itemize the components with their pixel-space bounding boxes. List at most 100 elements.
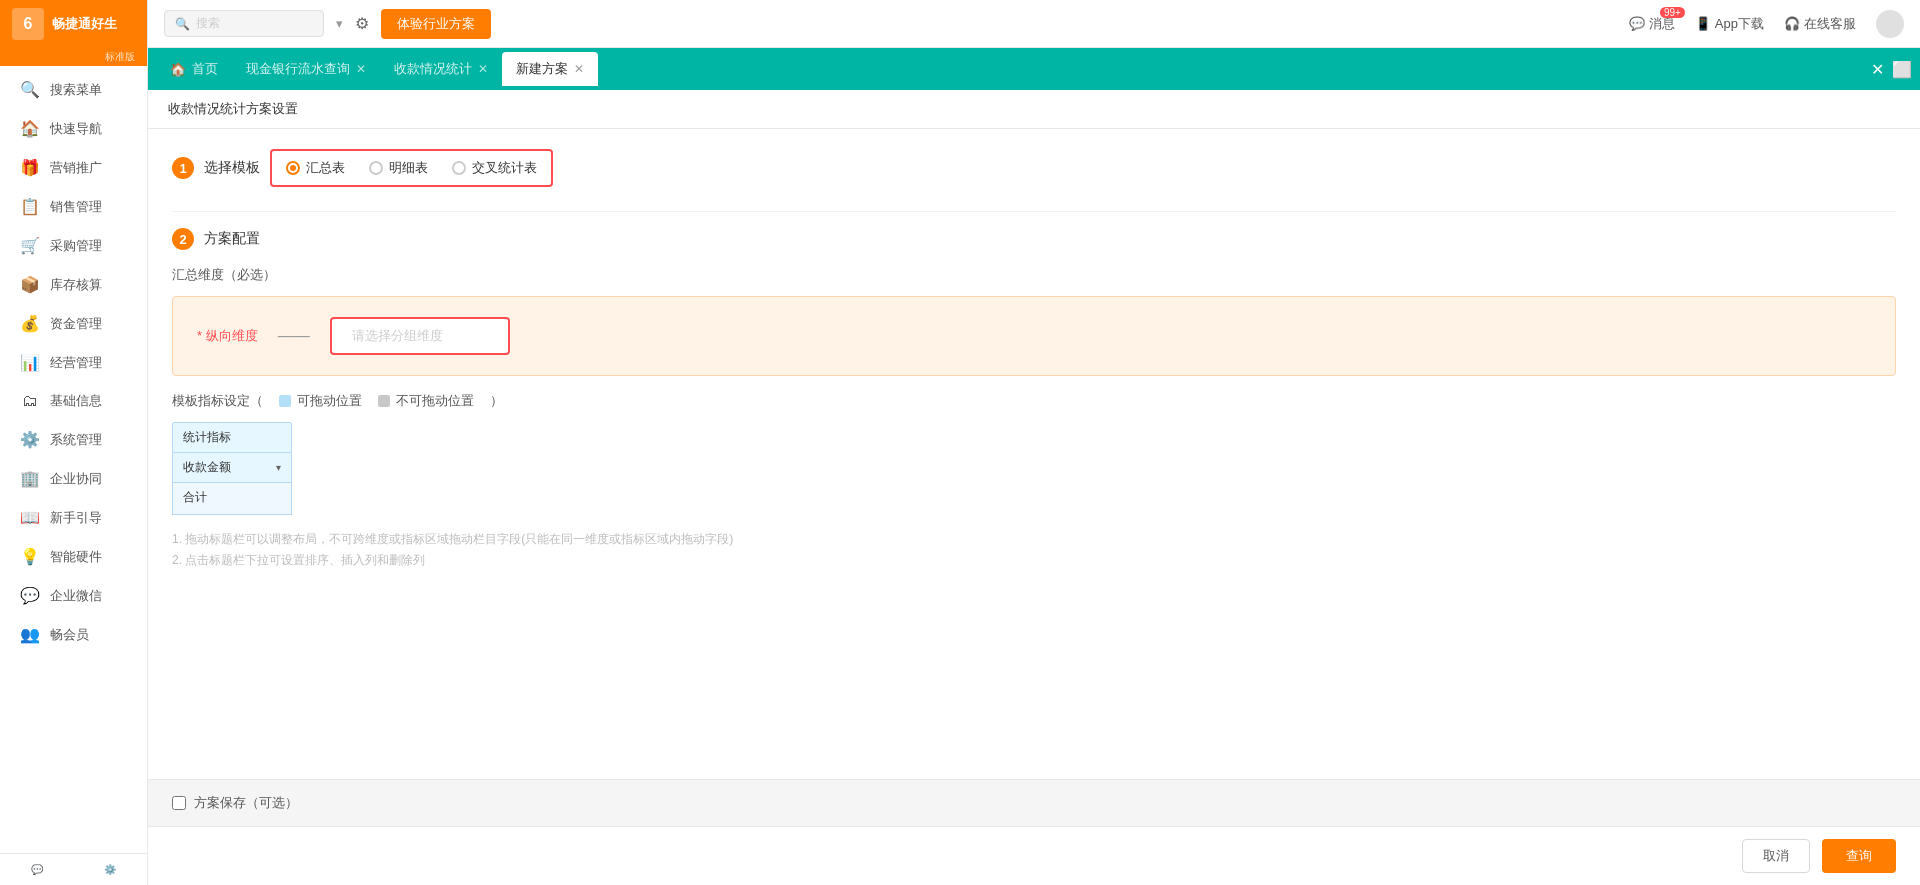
sidebar-item-label: 搜索菜单 bbox=[50, 81, 102, 99]
topbar-search[interactable]: 🔍 搜索 bbox=[164, 10, 324, 37]
step1-number: 1 bbox=[172, 157, 194, 179]
sidebar-item-label: 系统管理 bbox=[50, 431, 102, 449]
download-icon: 📱 bbox=[1695, 16, 1711, 31]
sidebar-item-operations[interactable]: 📊 经营管理 bbox=[0, 343, 147, 382]
sidebar-item-quick-nav[interactable]: 🏠 快速导航 bbox=[0, 109, 147, 148]
sidebar-item-hardware[interactable]: 💡 智能硬件 bbox=[0, 537, 147, 576]
tab-bank-flow[interactable]: 现金银行流水查询 ✕ bbox=[232, 52, 380, 86]
step1-label: 选择模板 bbox=[204, 159, 260, 177]
content-area: 收款情况统计方案设置 1 选择模板 汇总表 明细表 bbox=[148, 90, 1920, 885]
metrics-column-header: 统计指标 bbox=[172, 422, 292, 453]
sidebar-item-enterprise[interactable]: 🏢 企业协同 bbox=[0, 459, 147, 498]
radio-summary-circle bbox=[286, 161, 300, 175]
sidebar-item-marketing[interactable]: 🎁 营销推广 bbox=[0, 148, 147, 187]
guide-icon: 📖 bbox=[20, 508, 40, 527]
message-badge: 99+ bbox=[1660, 7, 1685, 18]
tips-section: 1. 拖动标题栏可以调整布局，不可跨维度或指标区域拖动栏目字段(只能在同一维度或… bbox=[172, 531, 1896, 569]
user-avatar[interactable] bbox=[1876, 10, 1904, 38]
fixed-label: 不可拖动位置 bbox=[396, 392, 474, 410]
save-checkbox[interactable] bbox=[172, 796, 186, 810]
step1-header: 1 选择模板 汇总表 明细表 交叉统计表 bbox=[172, 149, 1896, 187]
sidebar-item-sales[interactable]: 📋 销售管理 bbox=[0, 187, 147, 226]
topbar-gear-icon[interactable]: ⚙ bbox=[355, 14, 369, 33]
system-icon: ⚙️ bbox=[20, 430, 40, 449]
support-item[interactable]: 🎧 在线客服 bbox=[1784, 15, 1856, 33]
sales-icon: 📋 bbox=[20, 197, 40, 216]
sidebar-item-basic-info[interactable]: 🗂 基础信息 bbox=[0, 382, 147, 420]
member-icon: 👥 bbox=[20, 625, 40, 644]
feedback-icon: 💬 bbox=[31, 864, 43, 875]
download-item[interactable]: 📱 App下载 bbox=[1695, 15, 1764, 33]
sidebar-item-member[interactable]: 👥 畅会员 bbox=[0, 615, 147, 654]
message-item[interactable]: 💬 消息 99+ bbox=[1629, 15, 1675, 33]
save-label: 方案保存（可选） bbox=[194, 794, 298, 812]
support-icon: 🎧 bbox=[1784, 16, 1800, 31]
metrics-cell-total: 合计 bbox=[172, 483, 292, 515]
query-button[interactable]: 查询 bbox=[1822, 839, 1896, 873]
tab-new-plan[interactable]: 新建方案 ✕ bbox=[502, 52, 598, 86]
marketing-icon: 🎁 bbox=[20, 158, 40, 177]
industry-solution-button[interactable]: 体验行业方案 bbox=[381, 9, 491, 39]
dimension-arrow: —— bbox=[278, 327, 310, 345]
wechat-icon: 💬 bbox=[20, 586, 40, 605]
radio-cross[interactable]: 交叉统计表 bbox=[452, 159, 537, 177]
message-icon: 💬 bbox=[1629, 16, 1645, 31]
sidebar-item-purchase[interactable]: 🛒 采购管理 bbox=[0, 226, 147, 265]
footer-bar: 取消 查询 bbox=[148, 826, 1920, 885]
sidebar-item-inventory[interactable]: 📦 库存核算 bbox=[0, 265, 147, 304]
sidebar: 6 畅捷通好生 标准版 🔍 搜索菜单 🏠 快速导航 🎁 营销推广 📋 销售管理 … bbox=[0, 0, 148, 885]
tab-new-plan-label: 新建方案 bbox=[516, 60, 568, 78]
radio-summary[interactable]: 汇总表 bbox=[286, 159, 345, 177]
sidebar-item-label: 畅会员 bbox=[50, 626, 89, 644]
tab-maximize-icon[interactable]: ⬜ bbox=[1892, 60, 1912, 79]
sidebar-item-finance[interactable]: 💰 资金管理 bbox=[0, 304, 147, 343]
topbar-chevron-icon[interactable]: ▾ bbox=[336, 16, 343, 31]
radio-detail-label: 明细表 bbox=[389, 159, 428, 177]
template-options: 汇总表 明细表 交叉统计表 bbox=[270, 149, 553, 187]
radio-cross-label: 交叉统计表 bbox=[472, 159, 537, 177]
cancel-button[interactable]: 取消 bbox=[1742, 839, 1810, 873]
purchase-icon: 🛒 bbox=[20, 236, 40, 255]
metrics-close-paren: ） bbox=[490, 392, 503, 410]
tab-home-label: 首页 bbox=[192, 60, 218, 78]
step1-section: 1 选择模板 汇总表 明细表 交叉统计表 bbox=[172, 149, 1896, 187]
sidebar-item-label: 库存核算 bbox=[50, 276, 102, 294]
movable-legend: 可拖动位置 bbox=[279, 392, 362, 410]
sidebar-item-label: 企业协同 bbox=[50, 470, 102, 488]
sidebar-nav: 🔍 搜索菜单 🏠 快速导航 🎁 营销推广 📋 销售管理 🛒 采购管理 📦 库存核… bbox=[0, 66, 147, 853]
divider-1 bbox=[172, 211, 1896, 212]
radio-detail[interactable]: 明细表 bbox=[369, 159, 428, 177]
tip2-text: 2. 点击标题栏下拉可设置排序、插入列和删除列 bbox=[172, 552, 1896, 569]
radio-summary-label: 汇总表 bbox=[306, 159, 345, 177]
sidebar-item-label: 企业微信 bbox=[50, 587, 102, 605]
form-container: 1 选择模板 汇总表 明细表 交叉统计表 bbox=[148, 129, 1920, 779]
sidebar-item-label: 基础信息 bbox=[50, 392, 102, 410]
vertical-dimension-label: * 纵向维度 bbox=[197, 327, 258, 345]
sidebar-bottom-settings[interactable]: ⚙️ bbox=[104, 864, 116, 875]
topbar-right: 💬 消息 99+ 📱 App下载 🎧 在线客服 bbox=[1629, 10, 1904, 38]
tab-home[interactable]: 🏠 首页 bbox=[156, 52, 232, 86]
sidebar-item-wechat[interactable]: 💬 企业微信 bbox=[0, 576, 147, 615]
metrics-header: 模板指标设定（ 可拖动位置 不可拖动位置 ） bbox=[172, 392, 1896, 410]
sidebar-item-search-menu[interactable]: 🔍 搜索菜单 bbox=[0, 70, 147, 109]
movable-dot bbox=[279, 395, 291, 407]
step2-section: 2 方案配置 汇总维度（必选） * 纵向维度 —— 请选择分组维度 bbox=[172, 228, 1896, 569]
tab-new-plan-close[interactable]: ✕ bbox=[574, 63, 584, 75]
tab-bank-flow-close[interactable]: ✕ bbox=[356, 63, 366, 75]
sidebar-item-label: 智能硬件 bbox=[50, 548, 102, 566]
page-title-bar: 收款情况统计方案设置 bbox=[148, 90, 1920, 129]
step2-header: 2 方案配置 bbox=[172, 228, 1896, 250]
sidebar-item-guide[interactable]: 📖 新手引导 bbox=[0, 498, 147, 537]
download-label: App下载 bbox=[1715, 15, 1764, 33]
tab-collect-stats-close[interactable]: ✕ bbox=[478, 63, 488, 75]
topbar-search-placeholder: 搜索 bbox=[196, 15, 220, 32]
sidebar-item-system[interactable]: ⚙️ 系统管理 bbox=[0, 420, 147, 459]
tab-collect-stats[interactable]: 收款情况统计 ✕ bbox=[380, 52, 502, 86]
dimension-select[interactable]: 请选择分组维度 bbox=[330, 317, 510, 355]
topbar-search-icon: 🔍 bbox=[175, 17, 190, 31]
sidebar-bottom-feedback[interactable]: 💬 bbox=[31, 864, 43, 875]
tabbar-actions: ✕ ⬜ bbox=[1871, 60, 1912, 79]
tab-close-all-icon[interactable]: ✕ bbox=[1871, 60, 1884, 79]
metrics-column-label[interactable]: 收款金额 ▾ bbox=[172, 453, 292, 483]
sidebar-logo: 6 畅捷通好生 bbox=[0, 0, 147, 48]
